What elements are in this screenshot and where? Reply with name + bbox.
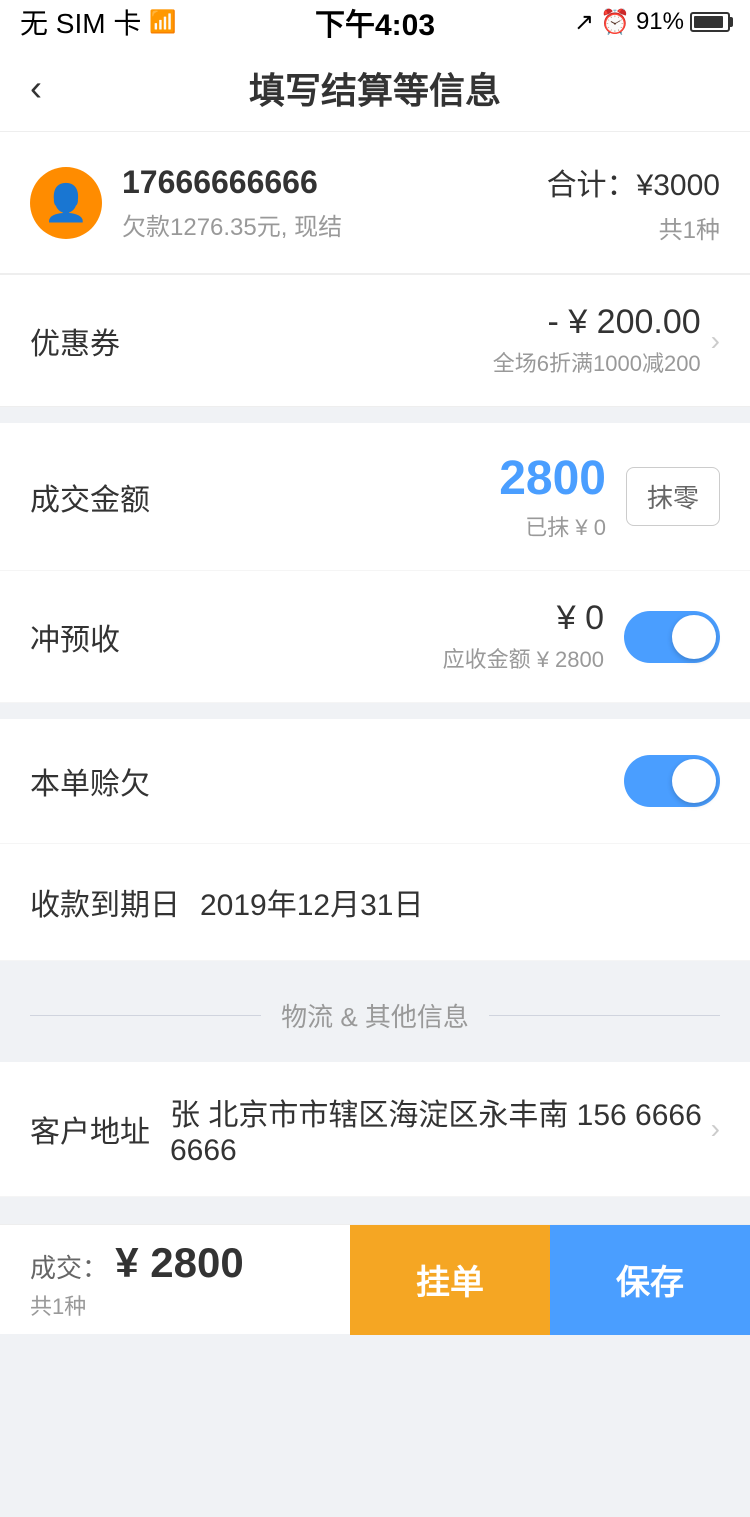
coupon-right: - ¥ 200.00 全场6折满1000减200 › (493, 303, 720, 378)
page-title: 填写结算等信息 (249, 62, 501, 114)
advance-row: 冲预收 ¥ 0 应收金额 ¥ 2800 (0, 571, 750, 703)
battery-fill (694, 16, 723, 28)
debt-toggle[interactable] (624, 755, 720, 807)
coupon-amount: - ¥ 200.00 全场6折满1000减200 (493, 303, 701, 378)
divider-4 (0, 1054, 750, 1062)
coupon-label: 优惠券 (30, 319, 120, 363)
customer-count: 共1种 (547, 210, 720, 245)
amount-right: 2800 已抹 ¥ 0 抹零 (499, 451, 720, 542)
bottom-bar: 成交： ¥ 2800 共1种 挂单 保存 (0, 1224, 750, 1334)
divider-1 (0, 407, 750, 423)
bottom-count: 共1种 (30, 1289, 320, 1321)
customer-card: 👤 17666666666 欠款1276.35元, 现结 合计：¥3000 共1… (0, 132, 750, 274)
logistics-line-left (30, 1015, 261, 1016)
due-date-label: 收款到期日 (30, 880, 180, 924)
amount-label: 成交金额 (30, 475, 150, 519)
status-carrier: 无 SIM 卡 📶 (20, 2, 177, 42)
debt-toggle-knob (672, 759, 716, 803)
coupon-desc: 全场6折满1000减200 (493, 346, 701, 378)
status-time: 下午4:03 (315, 0, 435, 44)
advance-toggle[interactable] (624, 611, 720, 663)
bottom-amount: ¥ 2800 (115, 1239, 243, 1286)
back-button[interactable]: ‹ (30, 67, 42, 109)
address-chevron-icon: › (711, 1113, 720, 1145)
customer-total: 合计：¥3000 (547, 160, 720, 204)
customer-phone: 17666666666 (122, 164, 342, 201)
debt-label: 本单赊欠 (30, 759, 150, 803)
due-date-value: 2019年12月31日 (200, 880, 423, 924)
alarm-icon: ⏰ (600, 8, 630, 37)
logistics-divider: 物流 & 其他信息 (0, 977, 750, 1054)
battery-icon (690, 12, 730, 32)
customer-debt: 欠款1276.35元, 现结 (122, 207, 342, 242)
bottom-deal-label: 成交： ¥ 2800 (30, 1239, 320, 1287)
advance-right: ¥ 0 应收金额 ¥ 2800 (443, 599, 720, 674)
divider-3 (0, 961, 750, 977)
page-header: ‹ 填写结算等信息 (0, 44, 750, 132)
amount-sub: 已抹 ¥ 0 (499, 510, 606, 542)
advance-number: ¥ 0 (443, 599, 604, 638)
avatar-icon: 👤 (44, 182, 89, 224)
advance-value-block: ¥ 0 应收金额 ¥ 2800 (443, 599, 604, 674)
amount-number: 2800 (499, 451, 606, 506)
advance-toggle-knob (672, 615, 716, 659)
carrier-text: 无 SIM 卡 (20, 2, 141, 42)
customer-info: 17666666666 欠款1276.35元, 现结 (122, 164, 342, 242)
debt-row: 本单赊欠 (0, 719, 750, 844)
address-content: 张 北京市市辖区海淀区永丰南 156 6666 6666 (170, 1090, 711, 1168)
coupon-chevron-icon: › (711, 325, 720, 357)
logistics-text: 物流 & 其他信息 (281, 997, 469, 1034)
coupon-discount: - ¥ 200.00 (493, 303, 701, 342)
advance-label: 冲预收 (30, 615, 120, 659)
customer-left: 👤 17666666666 欠款1276.35元, 现结 (30, 164, 342, 242)
hold-button[interactable]: 挂单 (350, 1225, 550, 1335)
due-date-row: 收款到期日 2019年12月31日 (0, 844, 750, 961)
amount-value-block: 2800 已抹 ¥ 0 (499, 451, 606, 542)
bottom-info: 成交： ¥ 2800 共1种 (0, 1239, 350, 1321)
coupon-row[interactable]: 优惠券 - ¥ 200.00 全场6折满1000减200 › (0, 274, 750, 407)
advance-sub: 应收金额 ¥ 2800 (443, 642, 604, 674)
amount-row: 成交金额 2800 已抹 ¥ 0 抹零 (0, 423, 750, 571)
battery-percent: 91% (636, 8, 684, 36)
wifi-icon: 📶 (149, 9, 176, 35)
logistics-line-right (489, 1015, 720, 1016)
address-row[interactable]: 客户地址 张 北京市市辖区海淀区永丰南 156 6666 6666 › (0, 1062, 750, 1197)
save-button[interactable]: 保存 (550, 1225, 750, 1335)
status-right: ↗ ⏰ 91% (574, 8, 730, 37)
divider-2 (0, 703, 750, 719)
address-label: 客户地址 (30, 1107, 150, 1151)
round-button[interactable]: 抹零 (626, 467, 720, 526)
avatar: 👤 (30, 167, 102, 239)
customer-right: 合计：¥3000 共1种 (547, 160, 720, 245)
location-icon: ↗ (574, 8, 594, 37)
status-bar: 无 SIM 卡 📶 下午4:03 ↗ ⏰ 91% (0, 0, 750, 44)
